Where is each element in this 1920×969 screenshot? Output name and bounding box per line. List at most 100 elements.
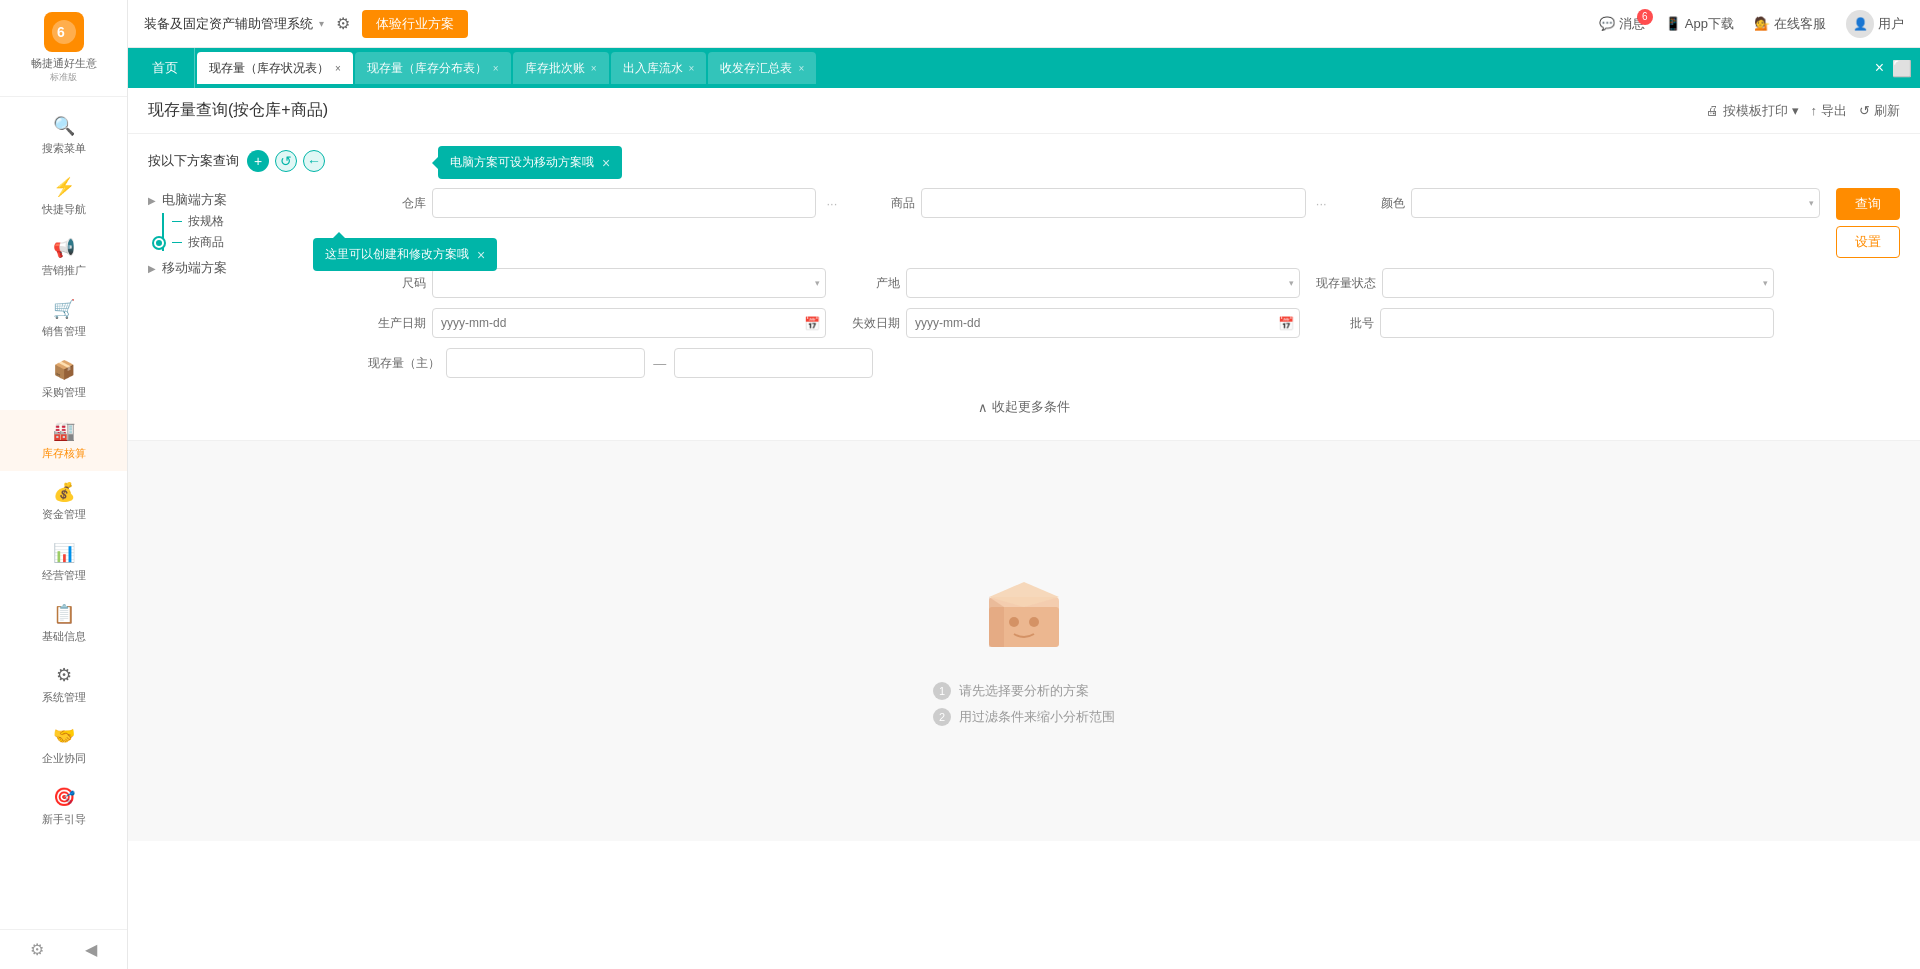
filter-prod-date: 生产日期 📅 [368,308,826,338]
collapse-sidebar-btn[interactable]: ◀ [85,940,97,959]
add-scheme-btn[interactable]: + [247,150,269,172]
tab-close-inventory-status[interactable]: × [335,63,341,74]
sidebar-item-purchase[interactable]: 📦 采购管理 [0,349,127,410]
collapse-more-btn[interactable]: ∧ 收起更多条件 [148,390,1900,424]
scheme-tooltip-close[interactable]: × [602,155,610,171]
filter-btn-group: 查询 设置 [1836,188,1900,258]
sidebar-item-operation[interactable]: 📊 经营管理 [0,532,127,593]
print-icon: 🖨 [1706,103,1719,118]
sidebar: 6 畅捷通好生意 标准版 🔍 搜索菜单 ⚡ 快捷导航 📢 营销推广 🛒 销售管理… [0,0,128,969]
close-all-tabs-btn[interactable]: × [1875,59,1884,78]
empty-illustration [969,552,1079,662]
back-scheme-btn[interactable]: ← [303,150,325,172]
system-name-arrow: ▾ [319,18,324,29]
page-content: 现存量查询(按仓库+商品) 🖨 按模板打印 ▾ ↑ 导出 ↺ 刷新 [128,88,1920,969]
svg-point-6 [1009,617,1019,627]
user-btn[interactable]: 👤 用户 [1846,10,1904,38]
filter-warehouse: 仓库 ··· [368,188,841,218]
stock-status-label: 现存量状态 [1316,275,1376,292]
trial-button[interactable]: 体验行业方案 [362,10,468,38]
origin-label: 产地 [842,275,900,292]
logo-icon: 6 [44,12,84,52]
filter-icons: + ↺ ← [247,150,325,172]
sidebar-nav: 🔍 搜索菜单 ⚡ 快捷导航 📢 营销推广 🛒 销售管理 📦 采购管理 🏭 库存核… [0,97,127,929]
inventory-max-input[interactable] [674,348,873,378]
search-button[interactable]: 查询 [1836,188,1900,220]
tab-close-inventory-dist[interactable]: × [493,63,499,74]
sidebar-item-quick[interactable]: ⚡ 快捷导航 [0,166,127,227]
export-btn[interactable]: ↑ 导出 [1811,102,1848,120]
system-name[interactable]: 装备及固定资产辅助管理系统 ▾ [144,15,324,33]
expiry-date-label: 失效日期 [842,315,900,332]
sidebar-item-search[interactable]: 🔍 搜索菜单 [0,105,127,166]
size-select[interactable] [432,268,826,298]
product-input[interactable] [921,188,1305,218]
print-btn[interactable]: 🖨 按模板打印 ▾ [1706,102,1799,120]
print-arrow-icon: ▾ [1792,103,1799,118]
filter-row-3: 生产日期 📅 失效日期 📅 [368,308,1900,338]
filter-body: ▶ 电脑端方案 按规格 按商品 [148,188,1900,382]
pc-group-arrow: ▶ [148,195,156,206]
online-service-btn[interactable]: 💁 在线客服 [1754,15,1826,33]
sidebar-item-sales[interactable]: 🛒 销售管理 [0,288,127,349]
batch-input[interactable] [1380,308,1774,338]
prod-date-input[interactable] [432,308,826,338]
refresh-btn[interactable]: ↺ 刷新 [1859,102,1900,120]
logo-area: 6 畅捷通好生意 标准版 [0,0,127,97]
page-title: 现存量查询(按仓库+商品) [148,100,328,121]
tab-inventory-dist[interactable]: 现存量（库存分布表） × [355,52,511,84]
settings-footer-btn[interactable]: ⚙ [30,940,44,959]
color-select[interactable] [1411,188,1820,218]
sidebar-footer: ⚙ ◀ [0,929,127,969]
warehouse-label: 仓库 [368,195,426,212]
sidebar-item-marketing[interactable]: 📢 营销推广 [0,227,127,288]
tab-summary[interactable]: 收发存汇总表 × [708,52,816,84]
sidebar-item-enterprise[interactable]: 🤝 企业协同 [0,715,127,776]
tab-home[interactable]: 首页 [136,48,195,88]
tab-stock-flow[interactable]: 出入库流水 × [611,52,707,84]
maximize-btn[interactable]: ⬜ [1892,59,1912,78]
user-avatar-icon: 👤 [1853,17,1868,31]
tab-close-batch-ledger[interactable]: × [591,63,597,74]
page-actions: 🖨 按模板打印 ▾ ↑ 导出 ↺ 刷新 [1706,102,1901,120]
export-icon: ↑ [1811,103,1818,118]
logo-text: 畅捷通好生意 标准版 [31,56,97,84]
mobile-scheme-label: 移动端方案 [162,259,227,277]
reset-button[interactable]: 设置 [1836,226,1900,258]
sidebar-item-guide[interactable]: 🎯 新手引导 [0,776,127,837]
guide-icon: 🎯 [53,786,75,808]
app-download-btn[interactable]: 📱 App下载 [1665,15,1734,33]
tab-bar: 首页 现存量（库存状况表） × 现存量（库存分布表） × 库存批次账 × 出入库… [128,48,1920,88]
inventory-min-input[interactable] [446,348,645,378]
stock-status-select[interactable] [1382,268,1774,298]
tab-inventory-status[interactable]: 现存量（库存状况表） × [197,52,353,84]
refresh-scheme-btn[interactable]: ↺ [275,150,297,172]
content-area: 1 请先选择要分析的方案 2 用过滤条件来缩小分析范围 [128,441,1920,841]
sidebar-item-warehouse[interactable]: 🏭 库存核算 [0,410,127,471]
edit-scheme-tooltip: 这里可以创建和修改方案哦 × [313,238,497,271]
origin-select[interactable] [906,268,1300,298]
message-btn[interactable]: 💬 消息 6 [1599,15,1645,33]
tab-close-summary[interactable]: × [798,63,804,74]
expiry-date-input[interactable] [906,308,1300,338]
tab-batch-ledger[interactable]: 库存批次账 × [513,52,609,84]
sidebar-item-system[interactable]: ⚙ 系统管理 [0,654,127,715]
warehouse-dots: ··· [822,196,841,211]
expiry-date-cal-icon: 📅 [1278,316,1294,331]
sidebar-item-finance[interactable]: 💰 资金管理 [0,471,127,532]
tab-close-stock-flow[interactable]: × [689,63,695,74]
scheme-child-1[interactable]: 按规格 [172,213,348,230]
quick-icon: ⚡ [53,176,75,198]
filter-inventory-main: 现存量（主） — [368,348,873,378]
scheme-tree-panel: ▶ 电脑端方案 按规格 按商品 [148,188,348,382]
edit-tooltip-close[interactable]: × [477,247,485,263]
warehouse-input[interactable] [432,188,816,218]
phone-icon: 📱 [1665,16,1681,31]
filter-origin: 产地 ▾ [842,268,1300,298]
sidebar-item-basic[interactable]: 📋 基础信息 [0,593,127,654]
settings-icon[interactable]: ⚙ [336,14,350,33]
user-avatar: 👤 [1846,10,1874,38]
color-label: 颜色 [1347,195,1405,212]
inventory-main-range: — [446,348,873,378]
empty-hint-1: 1 请先选择要分析的方案 [933,678,1115,704]
